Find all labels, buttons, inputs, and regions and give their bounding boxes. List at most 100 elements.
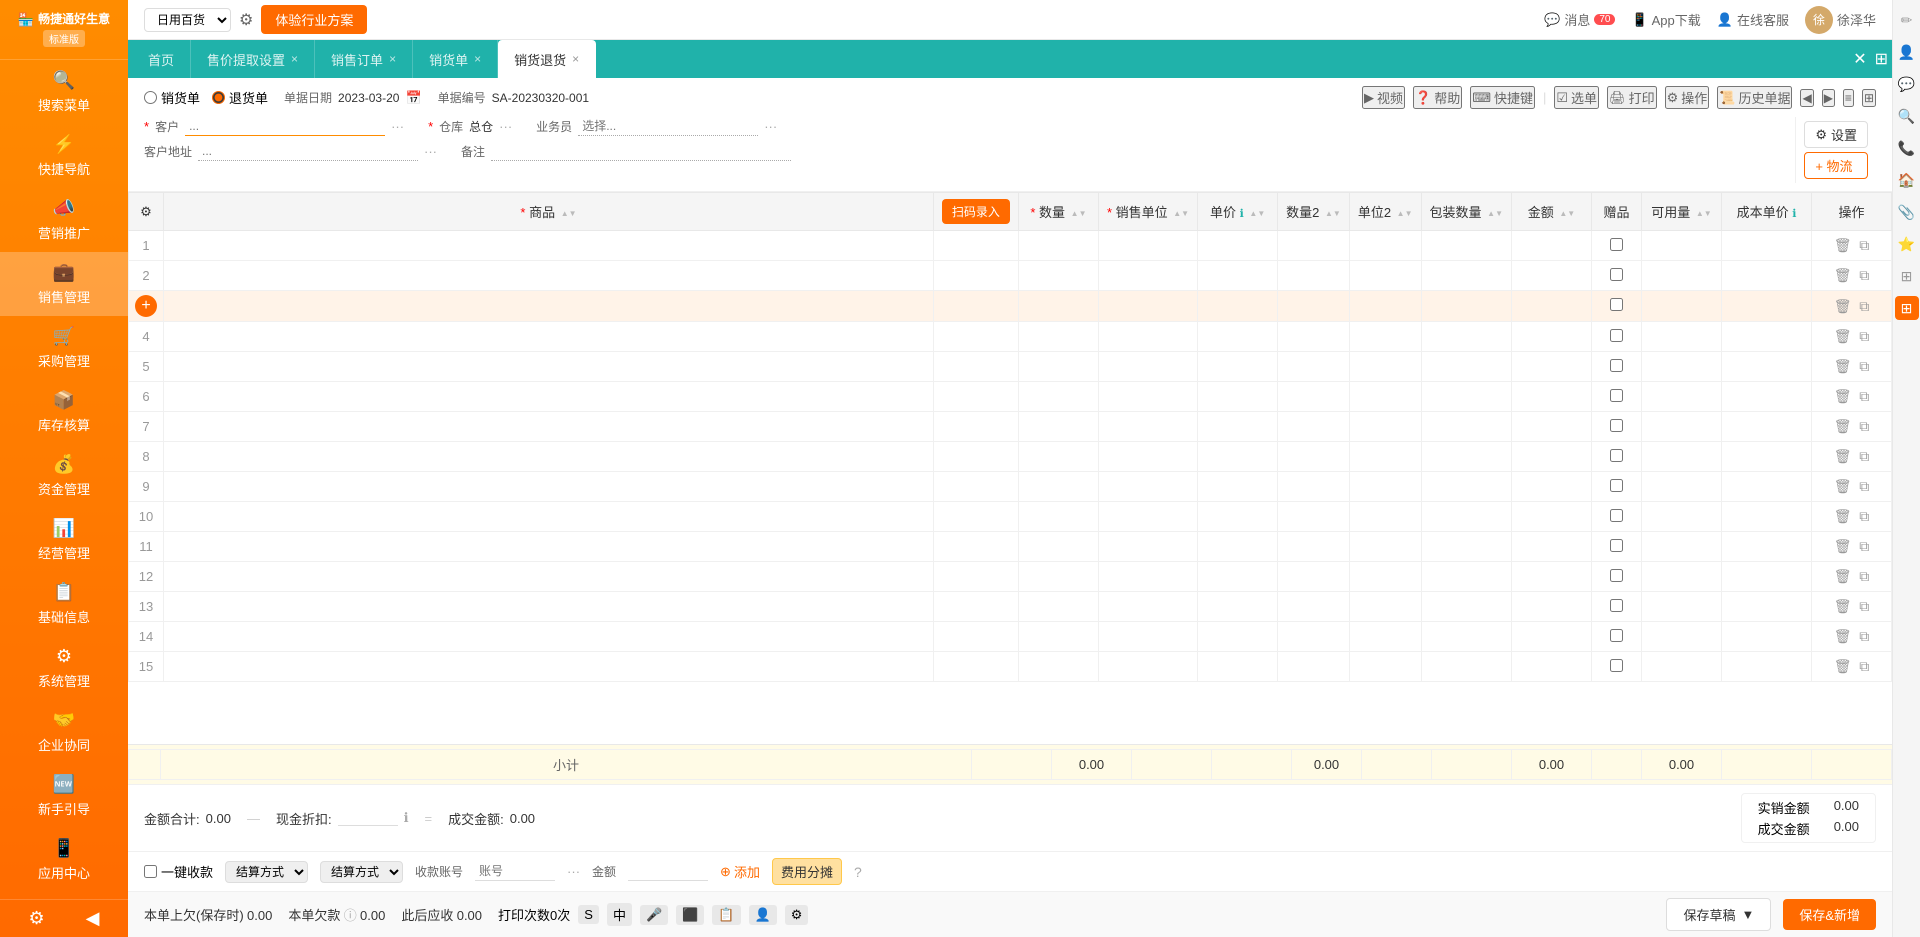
gift-checkbox[interactable] (1610, 509, 1623, 522)
qty-cell[interactable] (1018, 261, 1098, 291)
unit-cell[interactable] (1098, 382, 1197, 412)
gift-cell[interactable] (1592, 472, 1642, 502)
qty-cell[interactable] (1018, 502, 1098, 532)
qty-cell[interactable] (1018, 352, 1098, 382)
pack-cell[interactable] (1421, 352, 1511, 382)
copy-row-button[interactable]: ⧉ (1857, 265, 1871, 286)
price-cell[interactable] (1198, 382, 1278, 412)
table-wrapper[interactable]: ⚙ * 商品 ▲▼ 扫码录入 * 数量 (128, 192, 1892, 744)
add-row-button[interactable]: + (135, 295, 157, 317)
gift-checkbox[interactable] (1610, 599, 1623, 612)
salesperson-more-icon[interactable]: ··· (764, 119, 777, 134)
sidebar-item-system[interactable]: ⚙ 系统管理 (0, 636, 128, 700)
tab-sales[interactable]: 销货单 × (413, 40, 498, 78)
delete-row-button[interactable]: 🗑 (1832, 296, 1854, 317)
unit2-cell[interactable] (1349, 592, 1421, 622)
sidebar-settings-button[interactable]: ⚙ (29, 908, 45, 929)
pack-cell[interactable] (1421, 652, 1511, 682)
cost-cell[interactable] (1722, 412, 1812, 442)
qty-cell[interactable] (1018, 322, 1098, 352)
unit2-cell[interactable] (1349, 352, 1421, 382)
copy-row-button[interactable]: ⧉ (1857, 446, 1871, 467)
avail-cell[interactable] (1642, 322, 1722, 352)
gift-checkbox[interactable] (1610, 479, 1623, 492)
qty2-cell[interactable] (1278, 592, 1350, 622)
col-price-sort[interactable]: ▲▼ (1249, 209, 1265, 218)
gift-cell[interactable] (1592, 231, 1642, 261)
right-tool-phone[interactable]: 📞 (1895, 136, 1919, 160)
delete-row-button[interactable]: 🗑 (1832, 416, 1854, 437)
avail-cell[interactable] (1642, 352, 1722, 382)
product-cell[interactable] (164, 442, 934, 472)
gift-checkbox[interactable] (1610, 389, 1623, 402)
copy-row-button[interactable]: ⧉ (1857, 386, 1871, 407)
col-unit-sort[interactable]: ▲▼ (1173, 209, 1189, 218)
cost-cell[interactable] (1722, 502, 1812, 532)
cost-cell[interactable] (1722, 261, 1812, 291)
product-cell[interactable] (164, 652, 934, 682)
select-button[interactable]: ☑ 选单 (1554, 86, 1599, 109)
history-button[interactable]: 📜 历史单据 (1717, 86, 1792, 109)
unit-cell[interactable] (1098, 622, 1197, 652)
delete-row-button[interactable]: 🗑 (1832, 476, 1854, 497)
calendar-icon[interactable]: 📅 (405, 90, 421, 106)
tab-sales-order-close[interactable]: × (389, 52, 396, 66)
qty-cell[interactable] (1018, 472, 1098, 502)
unit2-cell[interactable] (1349, 231, 1421, 261)
online-service-button[interactable]: 👤 在线客服 (1717, 10, 1789, 29)
unit2-cell[interactable] (1349, 291, 1421, 322)
prev-record-button[interactable]: ◀ (1800, 89, 1813, 107)
avail-cell[interactable] (1642, 472, 1722, 502)
amount-cell[interactable] (1512, 652, 1592, 682)
delete-row-button[interactable]: 🗑 (1832, 506, 1854, 527)
delete-row-button[interactable]: 🗑 (1832, 596, 1854, 617)
copy-row-button[interactable]: ⧉ (1857, 566, 1871, 587)
qty-cell[interactable] (1018, 442, 1098, 472)
gift-cell[interactable] (1592, 532, 1642, 562)
product-input-active[interactable] (170, 299, 927, 314)
gift-checkbox[interactable] (1610, 329, 1623, 342)
qty-cell[interactable] (1018, 231, 1098, 261)
unit2-cell[interactable] (1349, 472, 1421, 502)
pack-cell[interactable] (1421, 472, 1511, 502)
avail-cell[interactable] (1642, 592, 1722, 622)
pack-cell[interactable] (1421, 622, 1511, 652)
qty2-cell[interactable] (1278, 472, 1350, 502)
one-click-payment-label[interactable]: 一键收款 (144, 862, 213, 881)
cost-cell[interactable] (1722, 382, 1812, 412)
col-qty2-sort[interactable]: ▲▼ (1325, 209, 1341, 218)
delete-row-button[interactable]: 🗑 (1832, 656, 1854, 677)
amount-cell[interactable] (1512, 382, 1592, 412)
gift-checkbox[interactable] (1610, 238, 1623, 251)
gift-cell[interactable] (1592, 322, 1642, 352)
pack-cell[interactable] (1421, 592, 1511, 622)
help-button[interactable]: ❓ 帮助 (1413, 86, 1462, 109)
price-cell[interactable] (1198, 442, 1278, 472)
product-cell[interactable] (164, 532, 934, 562)
sidebar-item-sales[interactable]: 💼 销售管理 (0, 252, 128, 316)
unit2-cell[interactable] (1349, 322, 1421, 352)
avail-cell[interactable] (1642, 382, 1722, 412)
sidebar-item-shortcut[interactable]: ⚡ 快捷导航 (0, 124, 128, 188)
unit-cell[interactable] (1098, 442, 1197, 472)
pack-cell[interactable] (1421, 562, 1511, 592)
gift-checkbox[interactable] (1610, 298, 1623, 311)
bottom-tool-7[interactable]: ⚙ (785, 905, 809, 925)
unit-cell[interactable] (1098, 322, 1197, 352)
col-product-sort[interactable]: ▲▼ (561, 209, 577, 218)
gift-cell[interactable] (1592, 352, 1642, 382)
copy-row-button[interactable]: ⧉ (1857, 626, 1871, 647)
fee-split-button[interactable]: 费用分摊 (772, 858, 842, 885)
pack-cell[interactable] (1421, 412, 1511, 442)
sidebar-item-marketing[interactable]: 📣 营销推广 (0, 188, 128, 252)
sidebar-item-search[interactable]: 🔍 搜索菜单 (0, 60, 128, 124)
gift-cell[interactable] (1592, 562, 1642, 592)
cost-cell[interactable] (1722, 472, 1812, 502)
save-draft-button[interactable]: 保存草稿 ▼ (1666, 898, 1771, 931)
bottom-tool-1[interactable]: S (578, 905, 599, 924)
delete-row-button[interactable]: 🗑 (1832, 326, 1854, 347)
sidebar-item-wechat[interactable]: 💬 企业微信 (0, 892, 128, 899)
avail-cell[interactable] (1642, 261, 1722, 291)
amount-cell[interactable] (1512, 412, 1592, 442)
qty-cell[interactable] (1018, 592, 1098, 622)
